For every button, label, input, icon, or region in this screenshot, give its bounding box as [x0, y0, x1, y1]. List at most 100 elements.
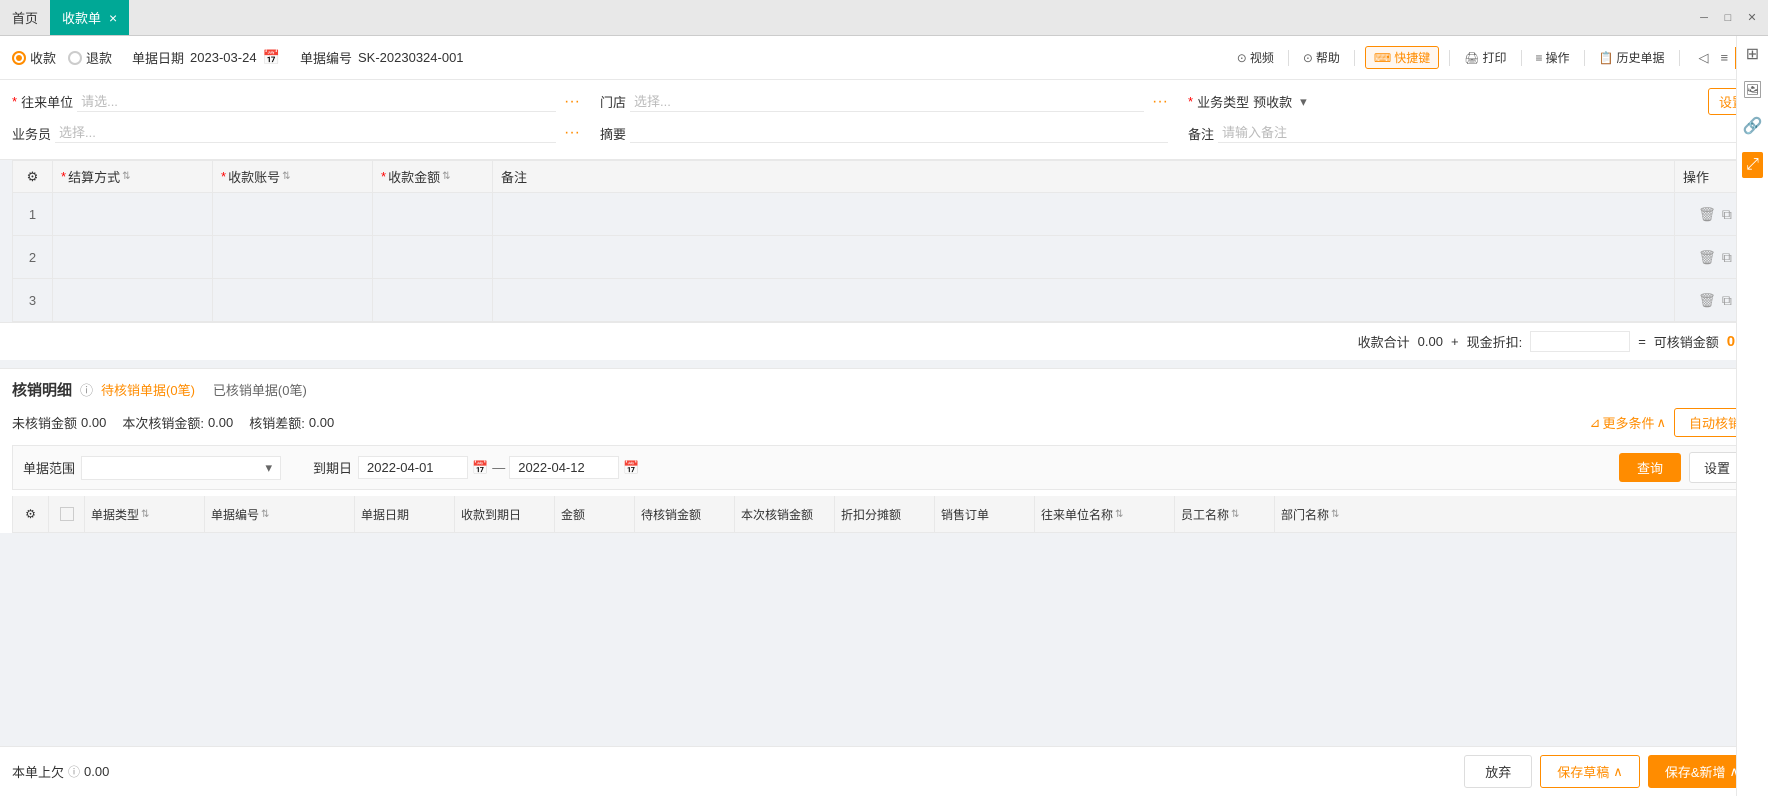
calendar-icon-to[interactable]: 📅 [623, 460, 639, 476]
bth-current-label: 本次核销金额 [741, 506, 813, 523]
store-more-btn[interactable]: ··· [1152, 93, 1168, 111]
business-type-select[interactable]: 预收款 ▾ [1253, 92, 1704, 111]
help-btn[interactable]: ⊙ 帮助 [1299, 47, 1344, 68]
td-amount-1[interactable] [373, 193, 493, 235]
abandon-button[interactable]: 放弃 [1464, 755, 1532, 788]
delete-icon-3[interactable]: 🗑 [1698, 292, 1716, 309]
more-conditions-btn[interactable]: ⊿ 更多条件 ∧ [1590, 413, 1666, 432]
maximize-btn[interactable]: □ [1720, 10, 1736, 26]
action-btn[interactable]: ≡ 操作 [1532, 47, 1574, 68]
footer: 本单上欠 ⓘ 0.00 放弃 保存草稿 ∧ 保存&新增 ∧ [0, 746, 1768, 796]
radio-refund[interactable]: 退款 [68, 48, 112, 67]
business-type-value: 预收款 [1253, 92, 1292, 111]
sidebar-link-icon[interactable]: 🔗 [1743, 116, 1763, 136]
td-amount-3[interactable] [373, 279, 493, 321]
th-account-label: 收款账号 [228, 167, 280, 186]
date-from-input[interactable] [358, 456, 468, 479]
bth-sort-num: ⇅ [261, 509, 269, 520]
sidebar-expand-icon[interactable]: ⤢ [1742, 152, 1763, 178]
staff-input[interactable] [55, 123, 556, 143]
copy-icon-2[interactable]: ⧉ [1722, 249, 1732, 266]
bth-sort-partner: ⇅ [1115, 509, 1123, 520]
staff-more-btn[interactable]: ··· [564, 124, 580, 142]
staff-label: 业务员 [12, 124, 51, 143]
print-btn[interactable]: 🖨 打印 [1460, 47, 1510, 68]
table-row: 3 🗑 ⧉ [13, 279, 1755, 321]
sidebar-table-icon[interactable]: ⊞ [1746, 44, 1759, 64]
td-amount-2[interactable] [373, 236, 493, 278]
range-select[interactable]: ▾ [81, 456, 281, 480]
pending-tab[interactable]: 待核销单据(0笔) [101, 380, 195, 399]
verify-info-icon[interactable]: ⓘ [80, 380, 93, 399]
filter-right: 查询 设置 [1619, 452, 1745, 483]
discount-input[interactable] [1530, 331, 1630, 352]
divider-5 [1584, 50, 1585, 66]
delete-icon-2[interactable]: 🗑 [1698, 249, 1716, 266]
history-btn[interactable]: 📋 历史单据 [1595, 47, 1669, 68]
td-remark-2[interactable] [493, 236, 1675, 278]
total-label: 收款合计 [1358, 332, 1410, 351]
td-settlement-2[interactable] [53, 236, 213, 278]
td-account-3[interactable] [213, 279, 373, 321]
td-account-1[interactable] [213, 193, 373, 235]
date-label: 单据日期 [132, 48, 184, 67]
close-btn[interactable]: ✕ [1744, 10, 1760, 26]
td-settlement-3[interactable] [53, 279, 213, 321]
bth-duedate: 收款到期日 [455, 496, 555, 532]
video-btn[interactable]: ⊙ 视频 [1233, 47, 1278, 68]
radio-receipt[interactable]: 收款 [12, 48, 56, 67]
discount-label: 现金折扣: [1467, 332, 1523, 351]
copy-icon-3[interactable]: ⧉ [1722, 292, 1732, 309]
calendar-icon-from[interactable]: 📅 [472, 460, 488, 476]
date-to-input[interactable] [509, 456, 619, 479]
layout-list-icon[interactable]: ◁ [1694, 47, 1714, 69]
bth-number-label: 单据编号 [211, 506, 259, 523]
tab-receipt[interactable]: 收款单 × [50, 0, 129, 35]
bth-checkbox[interactable] [49, 496, 85, 532]
tab-home[interactable]: 首页 [0, 0, 50, 35]
due-date-label: 到期日 [313, 458, 352, 477]
save-draft-button[interactable]: 保存草稿 ∧ [1540, 755, 1640, 788]
bth-gear[interactable]: ⚙ [13, 496, 49, 532]
summary-field: 摘要 [580, 123, 1168, 143]
th-gear[interactable]: ⚙ [13, 161, 53, 192]
copy-icon-1[interactable]: ⧉ [1722, 206, 1732, 223]
video-label: 视频 [1250, 49, 1274, 66]
bth-pending: 待核销金额 [635, 496, 735, 532]
td-account-2[interactable] [213, 236, 373, 278]
td-settlement-1[interactable] [53, 193, 213, 235]
bth-amount: 金额 [555, 496, 635, 532]
layout-grid-icon[interactable]: ≡ [1716, 47, 1734, 68]
td-remark-1[interactable] [493, 193, 1675, 235]
delete-icon-1[interactable]: 🗑 [1698, 206, 1716, 223]
summary-input[interactable] [630, 123, 1168, 143]
done-tab[interactable]: 已核销单据(0笔) [213, 380, 307, 399]
diff-stat: 核销差额: 0.00 [249, 413, 334, 432]
remark-input[interactable] [1218, 123, 1756, 143]
history-icon: 📋 [1599, 51, 1614, 65]
sidebar-image-icon[interactable]: 🖼 [1742, 80, 1762, 100]
calendar-icon[interactable]: 📅 [263, 49, 280, 66]
info-icon[interactable]: ⓘ [68, 763, 80, 780]
summary-bar: 收款合计 0.00 + 现金折扣: = 可核销金额 0.00 [0, 322, 1768, 360]
number-field: 单据编号 SK-20230324-001 [300, 48, 464, 67]
th-action-label: 操作 [1683, 167, 1709, 186]
bth-date-label: 单据日期 [361, 506, 409, 523]
header-checkbox[interactable] [60, 507, 74, 521]
td-remark-3[interactable] [493, 279, 1675, 321]
partner-field: * 往来单位 ··· [12, 92, 580, 112]
partner-label: 往来单位 [21, 92, 73, 111]
td-num-3: 3 [13, 279, 53, 321]
verify-stats-row: 未核销金额 0.00 本次核销金额: 0.00 核销差额: 0.00 ⊿ 更多条… [12, 408, 1756, 437]
store-input[interactable] [630, 92, 1144, 112]
query-button[interactable]: 查询 [1619, 453, 1681, 482]
equals-sign: = [1638, 334, 1646, 349]
minimize-btn[interactable]: ─ [1696, 10, 1712, 26]
partner-more-btn[interactable]: ··· [564, 93, 580, 111]
staff-field: 业务员 ··· [12, 123, 580, 143]
summary-label: 摘要 [600, 124, 626, 143]
bth-duedate-label: 收款到期日 [461, 506, 521, 523]
tab-close-icon[interactable]: × [109, 10, 117, 26]
partner-input[interactable] [77, 92, 556, 112]
shortcut-btn[interactable]: ⌨ 快捷键 [1365, 46, 1439, 69]
